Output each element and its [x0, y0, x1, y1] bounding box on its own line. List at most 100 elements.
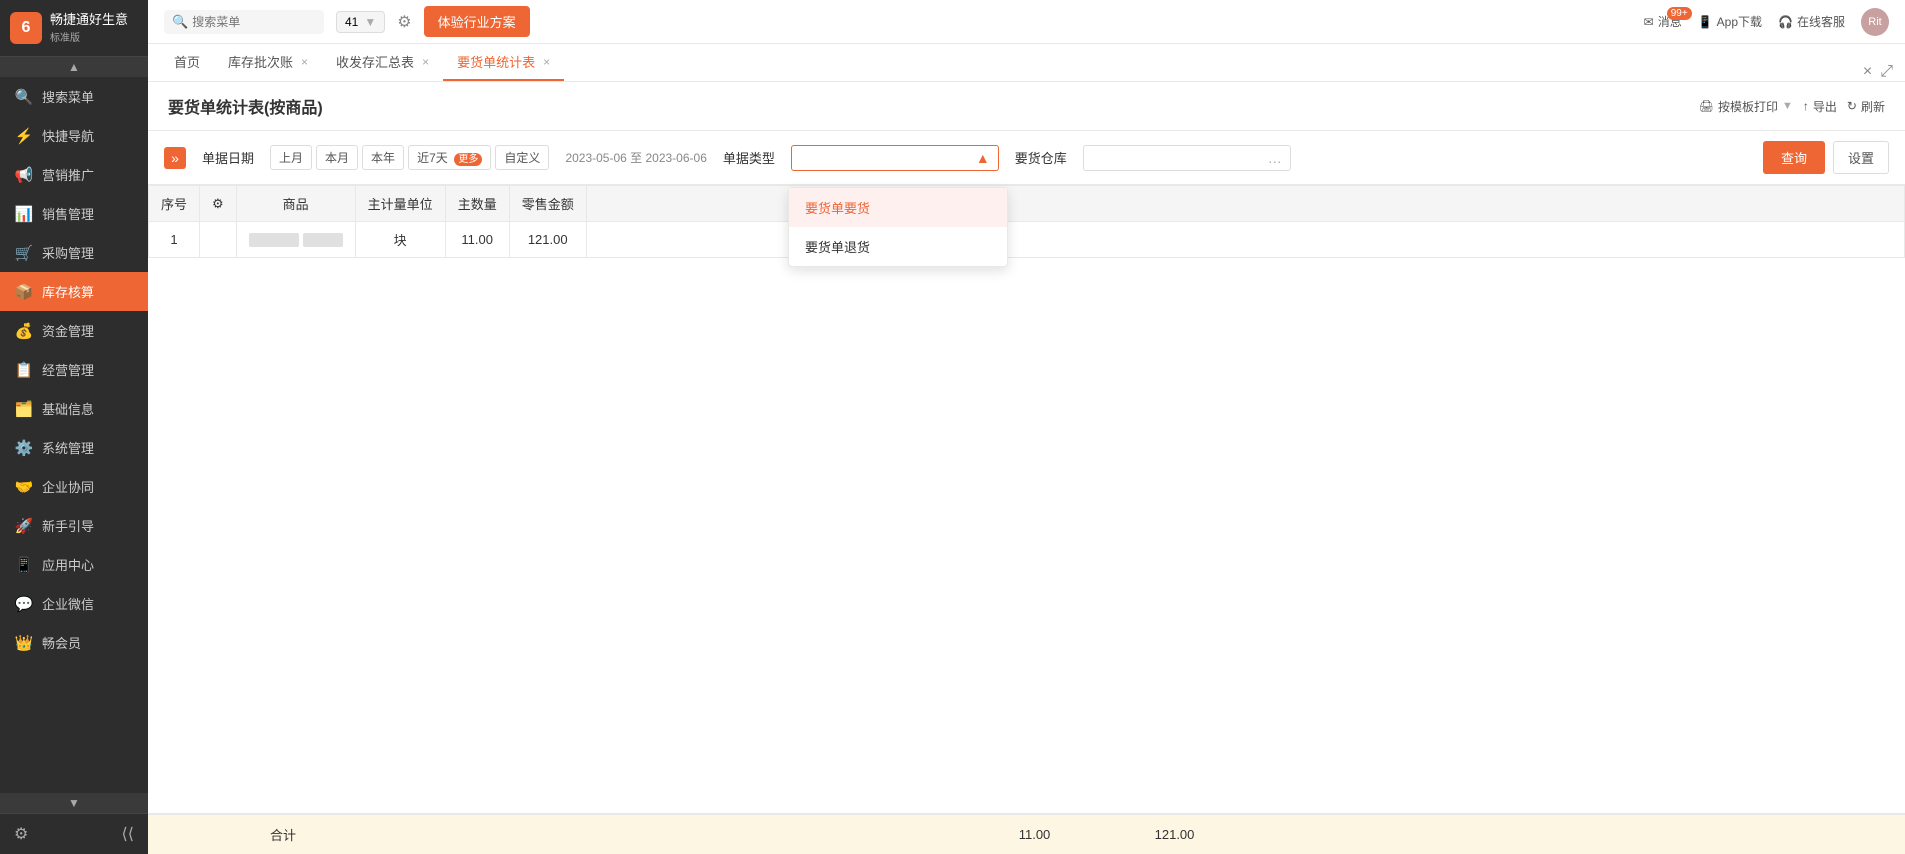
this-month-btn[interactable]: 本月: [316, 145, 358, 170]
sidebar-item-search[interactable]: 🔍 搜索菜单: [0, 77, 148, 116]
sidebar-item-appstore[interactable]: 📱 应用中心: [0, 545, 148, 584]
cell-product: [236, 222, 355, 258]
warehouse-input[interactable]: …: [1083, 145, 1291, 171]
filter-bar: » 单据日期 上月 本月 本年 近7天 更多 自定义 2023-05-06 至 …: [148, 131, 1905, 185]
cell-row-num: 1: [149, 222, 200, 258]
print-icon: 🖨: [1699, 99, 1714, 113]
sidebar: 6 畅捷通好生意 标准版 ▲ 🔍 搜索菜单 ⚡ 快捷导航 📢 营销推广 📊 销售…: [0, 0, 148, 854]
sidebar-item-system[interactable]: ⚙️ 系统管理: [0, 428, 148, 467]
table-settings-icon[interactable]: ⚙: [212, 196, 224, 211]
sidebar-bottom: ⚙ ⟨⟨: [0, 813, 148, 854]
sidebar-item-guide[interactable]: 🚀 新手引导: [0, 506, 148, 545]
app-name: 畅捷通好生意: [50, 12, 128, 29]
col-row-num: 序号: [149, 186, 200, 222]
sidebar-item-finance[interactable]: 💰 资金管理: [0, 311, 148, 350]
sidebar-item-sales[interactable]: 📊 销售管理: [0, 194, 148, 233]
operations-icon: 📋: [14, 361, 34, 379]
refresh-button[interactable]: ↻ 刷新: [1847, 98, 1885, 115]
page-header: 要货单统计表(按商品) 🖨 按模板打印 ▼ ↑ 导出 ↻ 刷新: [148, 82, 1905, 131]
topbar-right: ✉ 消息 99+ 📱 App下载 🎧 在线客服 Rit: [1644, 8, 1889, 36]
col-settings[interactable]: ⚙: [200, 186, 237, 222]
dropdown-item-purchase-return[interactable]: 要货单退货: [789, 227, 1007, 266]
col-amount: 零售金额: [509, 186, 586, 222]
sidebar-scroll-up[interactable]: ▲: [0, 57, 148, 77]
topbar-search-box[interactable]: 🔍: [164, 10, 324, 34]
sidebar-item-label: 库存核算: [42, 282, 94, 301]
wechat-icon: 💬: [14, 595, 34, 613]
setting-button[interactable]: 设置: [1833, 141, 1889, 174]
sales-icon: 📊: [14, 205, 34, 223]
custom-date-btn[interactable]: 自定义: [495, 145, 549, 170]
dropdown-item-purchase-order[interactable]: 要货单要货: [789, 188, 1007, 227]
summary-amount: 121.00: [1115, 827, 1235, 842]
warehouse-dots-icon: …: [1268, 150, 1282, 166]
member-icon: 👑: [14, 634, 34, 652]
tab-inventory-batch[interactable]: 库存批次账 ×: [214, 44, 322, 81]
warehouse-input-field[interactable]: [1092, 150, 1268, 165]
tab-home[interactable]: 首页: [160, 44, 214, 81]
tab-order-summary-label: 要货单统计表: [457, 52, 535, 71]
refresh-label: 刷新: [1861, 98, 1885, 115]
user-avatar[interactable]: Rit: [1861, 8, 1889, 36]
last-7days-label: 近7天: [417, 151, 448, 165]
export-button[interactable]: ↑ 导出: [1803, 98, 1837, 115]
page-actions: 🖨 按模板打印 ▼ ↑ 导出 ↻ 刷新: [1699, 98, 1885, 127]
filter-expand-button[interactable]: »: [164, 147, 186, 169]
sidebar-nav: 🔍 搜索菜单 ⚡ 快捷导航 📢 营销推广 📊 销售管理 🛒 采购管理 📦 库存核…: [0, 77, 148, 793]
type-select[interactable]: ▲: [791, 145, 999, 171]
print-button[interactable]: 🖨 按模板打印 ▼: [1699, 98, 1793, 115]
sidebar-item-basic[interactable]: 🗂️ 基础信息: [0, 389, 148, 428]
sidebar-item-quick-nav[interactable]: ⚡ 快捷导航: [0, 116, 148, 155]
sidebar-item-label: 畅会员: [42, 633, 81, 652]
last-month-btn[interactable]: 上月: [270, 145, 312, 170]
sidebar-item-operations[interactable]: 📋 经营管理: [0, 350, 148, 389]
settings-icon[interactable]: ⚙: [14, 824, 28, 844]
basic-icon: 🗂️: [14, 400, 34, 418]
trial-button[interactable]: 体验行业方案: [424, 6, 530, 37]
summary-label: 合计: [270, 825, 296, 844]
tab-home-label: 首页: [174, 52, 200, 71]
sidebar-item-marketing[interactable]: 📢 营销推广: [0, 155, 148, 194]
tabbar-expand-button[interactable]: ⤢: [1880, 63, 1893, 81]
tab-inventory-batch-close[interactable]: ×: [301, 55, 308, 69]
sidebar-item-purchase[interactable]: 🛒 采购管理: [0, 233, 148, 272]
collapse-icon[interactable]: ⟨⟨: [122, 824, 134, 844]
service-icon: 🎧: [1778, 15, 1793, 29]
search-input[interactable]: [192, 15, 302, 29]
col-product: 商品: [236, 186, 355, 222]
sidebar-item-label: 搜索菜单: [42, 87, 94, 106]
tab-order-summary-close[interactable]: ×: [543, 55, 550, 69]
app-download-button[interactable]: 📱 App下载: [1698, 13, 1762, 30]
message-button[interactable]: ✉ 消息 99+: [1644, 13, 1682, 30]
tab-order-summary[interactable]: 要货单统计表 ×: [443, 44, 564, 81]
sidebar-item-inventory[interactable]: 📦 库存核算: [0, 272, 148, 311]
sidebar-item-member[interactable]: 👑 畅会员: [0, 623, 148, 662]
main-area: 🔍 41 ▼ ⚙ 体验行业方案 ✉ 消息 99+ 📱 App下载 🎧 在线客服: [148, 0, 1905, 854]
this-year-btn[interactable]: 本年: [362, 145, 404, 170]
system-icon: ⚙️: [14, 439, 34, 457]
online-service-button[interactable]: 🎧 在线客服: [1778, 13, 1845, 30]
table-empty-space: [148, 258, 1905, 813]
tab-receivable-summary-close[interactable]: ×: [422, 55, 429, 69]
topbar-num-badge[interactable]: 41 ▼: [336, 11, 385, 33]
sidebar-item-wechat[interactable]: 💬 企业微信: [0, 584, 148, 623]
data-table: 序号 ⚙ 商品 主计量单位 主数量 零售金额 1: [148, 185, 1905, 258]
sidebar-item-label: 企业微信: [42, 594, 94, 613]
sidebar-item-label: 快捷导航: [42, 126, 94, 145]
print-arrow-icon: ▼: [1782, 100, 1793, 112]
summary-row: 合计 11.00 121.00: [148, 813, 1905, 854]
tabbar-close-all-button[interactable]: ×: [1863, 63, 1872, 81]
query-button[interactable]: 查询: [1763, 141, 1825, 174]
type-select-input[interactable]: [800, 150, 976, 165]
last-7days-btn[interactable]: 近7天 更多: [408, 145, 491, 170]
tab-receivable-summary[interactable]: 收发存汇总表 ×: [322, 44, 443, 81]
logo-icon: 6: [10, 12, 42, 44]
cell-unit: 块: [355, 222, 445, 258]
sidebar-scroll-down[interactable]: ▼: [0, 793, 148, 813]
app-version: 标准版: [50, 29, 128, 44]
sidebar-item-label: 经营管理: [42, 360, 94, 379]
topbar-gear-icon[interactable]: ⚙: [397, 12, 411, 32]
sidebar-item-enterprise[interactable]: 🤝 企业协同: [0, 467, 148, 506]
col-extra: [586, 186, 1904, 222]
sidebar-item-label: 基础信息: [42, 399, 94, 418]
